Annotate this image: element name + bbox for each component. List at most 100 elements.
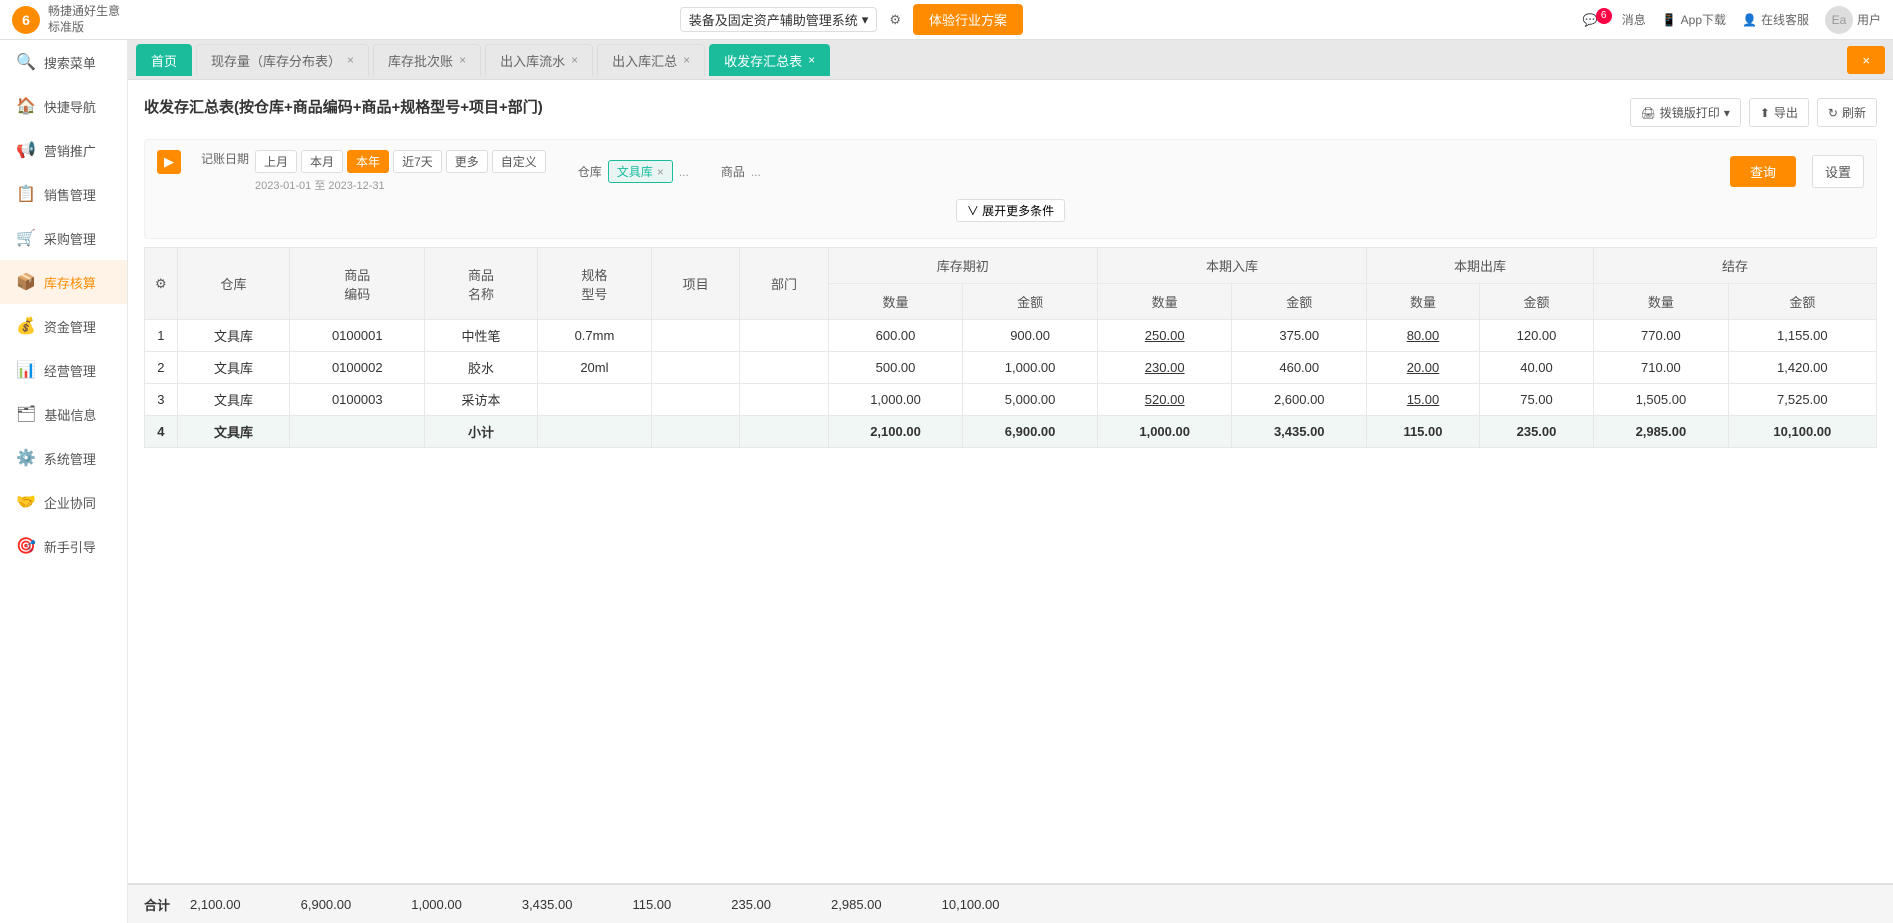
filter-settings-button[interactable]: 设置 [1812, 155, 1864, 188]
sidebar-item-marketing[interactable]: 📢 营销推广 [0, 128, 127, 172]
date-more-button[interactable]: 更多 [446, 150, 488, 173]
col-out-amt-header: 金额 [1479, 284, 1593, 320]
export-icon: ⬆ [1760, 106, 1770, 120]
tab-flow-close[interactable]: × [571, 53, 578, 67]
tab-flow[interactable]: 出入库流水 × [485, 44, 593, 76]
row-goods-name: 中性笔 [425, 320, 538, 352]
date-last-7days-button[interactable]: 近7天 [393, 150, 442, 173]
table-settings-icon[interactable]: ⚙ [155, 276, 167, 291]
goods-label: 商品 [721, 163, 745, 180]
basic-icon: 🗂 [16, 404, 36, 424]
row-out-qty[interactable]: 80.00 [1367, 320, 1480, 352]
service-icon: 👤 [1742, 13, 1757, 27]
row-num: 1 [145, 320, 178, 352]
row-close-amt: 1,155.00 [1728, 320, 1876, 352]
row-in-amt: 3,435.00 [1232, 416, 1367, 448]
row-in-qty[interactable]: 250.00 [1097, 320, 1232, 352]
tab-home[interactable]: 首页 [136, 44, 192, 76]
row-goods-code: 0100001 [290, 320, 425, 352]
query-button[interactable]: 查询 [1730, 156, 1796, 187]
row-warehouse: 文具库 [177, 320, 290, 352]
online-service-button[interactable]: 👤 在线客服 [1742, 11, 1809, 28]
col-closing-header: 结存 [1594, 248, 1877, 284]
user-menu-button[interactable]: Ea 用户 [1825, 6, 1881, 34]
total-out-qty: 115.00 [632, 897, 671, 912]
row-goods-code [290, 416, 425, 448]
row-out-qty[interactable]: 15.00 [1367, 384, 1480, 416]
date-last-month-button[interactable]: 上月 [255, 150, 297, 173]
app-download-button[interactable]: 📱 App下载 [1662, 11, 1726, 28]
row-close-amt: 10,100.00 [1728, 416, 1876, 448]
home-icon: 🏠 [16, 96, 36, 116]
tab-stock-dist-close[interactable]: × [347, 53, 354, 67]
sidebar-item-system[interactable]: ⚙️ 系统管理 [0, 436, 127, 480]
tab-batch-close[interactable]: × [459, 53, 466, 67]
col-closing-amt-header: 金额 [1728, 284, 1876, 320]
row-close-qty: 2,985.00 [1594, 416, 1729, 448]
message-button[interactable]: 💬 6 消息 [1583, 11, 1646, 28]
col-opening-qty-header: 数量 [828, 284, 963, 320]
total-in-qty: 1,000.00 [411, 897, 462, 912]
warehouse-tag-remove[interactable]: × [657, 165, 664, 179]
warehouse-tag[interactable]: 文具库 × [608, 160, 673, 183]
chevron-down-icon: ▾ [862, 12, 869, 28]
tab-summary[interactable]: 出入库汇总 × [597, 44, 705, 76]
total-open-qty: 2,100.00 [190, 897, 241, 912]
sidebar-item-operations[interactable]: 📊 经营管理 [0, 348, 127, 392]
tab-summary-close[interactable]: × [683, 53, 690, 67]
tab-collect-summary[interactable]: 收发存汇总表 × [709, 44, 830, 76]
row-department [740, 320, 828, 352]
row-warehouse: 文具库 [177, 416, 290, 448]
row-in-qty[interactable]: 230.00 [1097, 352, 1232, 384]
print-button[interactable]: 🖨 拨镜版打印 ▾ [1630, 98, 1741, 127]
guide-icon: 🎯 [16, 536, 36, 556]
row-out-qty[interactable]: 20.00 [1367, 352, 1480, 384]
tab-batch[interactable]: 库存批次账 × [373, 44, 481, 76]
row-project [652, 384, 740, 416]
col-project-header: 项目 [652, 248, 740, 320]
export-button[interactable]: ⬆ 导出 [1749, 98, 1809, 127]
col-closing-qty-header: 数量 [1594, 284, 1729, 320]
row-out-amt: 75.00 [1479, 384, 1593, 416]
date-this-year-button[interactable]: 本年 [347, 150, 389, 173]
tab-stock-dist[interactable]: 现存量（库存分布表） × [196, 44, 369, 76]
sidebar-item-guide[interactable]: 🎯 新手引导 [0, 524, 127, 568]
try-industry-button[interactable]: 体验行业方案 [913, 4, 1023, 35]
row-department [740, 352, 828, 384]
total-close-qty: 2,985.00 [831, 897, 882, 912]
refresh-button[interactable]: ↻ 刷新 [1817, 98, 1877, 127]
goods-more[interactable]: ... [751, 165, 761, 179]
sidebar-item-finance[interactable]: 💰 资金管理 [0, 304, 127, 348]
col-warehouse-header: 仓库 [177, 248, 290, 320]
sidebar-item-quick[interactable]: 🏠 快捷导航 [0, 84, 127, 128]
search-icon: 🔍 [16, 52, 36, 72]
close-all-tabs-button[interactable]: × [1847, 46, 1885, 74]
row-in-amt: 375.00 [1232, 320, 1367, 352]
sidebar-item-sales[interactable]: 📋 销售管理 [0, 172, 127, 216]
row-in-amt: 2,600.00 [1232, 384, 1367, 416]
sidebar-item-enterprise[interactable]: 🤝 企业协同 [0, 480, 127, 524]
system-selector[interactable]: 装备及固定资产辅助管理系统 ▾ [680, 7, 878, 32]
tab-collect-summary-close[interactable]: × [808, 53, 815, 67]
row-goods-name: 胶水 [425, 352, 538, 384]
settings-icon[interactable]: ⚙ [889, 12, 901, 28]
settings-col-header[interactable]: ⚙ [145, 248, 178, 320]
warehouse-label: 仓库 [578, 163, 602, 180]
filter-collapse-button[interactable]: ▶ [157, 150, 181, 174]
row-in-qty[interactable]: 520.00 [1097, 384, 1232, 416]
sidebar-item-basic[interactable]: 🗂 基础信息 [0, 392, 127, 436]
row-open-amt: 5,000.00 [963, 384, 1098, 416]
warehouse-more[interactable]: ... [679, 165, 689, 179]
row-project [652, 416, 740, 448]
sidebar-item-inventory[interactable]: 📦 库存核算 [0, 260, 127, 304]
sidebar-item-search[interactable]: 🔍 搜索菜单 [0, 40, 127, 84]
expand-conditions-button[interactable]: ∨ 展开更多条件 [956, 199, 1065, 222]
row-close-qty: 710.00 [1594, 352, 1729, 384]
row-open-amt: 6,900.00 [963, 416, 1098, 448]
row-num: 4 [145, 416, 178, 448]
sidebar-item-purchase[interactable]: 🛒 采购管理 [0, 216, 127, 260]
date-this-month-button[interactable]: 本月 [301, 150, 343, 173]
col-department-header: 部门 [740, 248, 828, 320]
row-goods-code: 0100002 [290, 352, 425, 384]
date-custom-button[interactable]: 自定义 [492, 150, 546, 173]
